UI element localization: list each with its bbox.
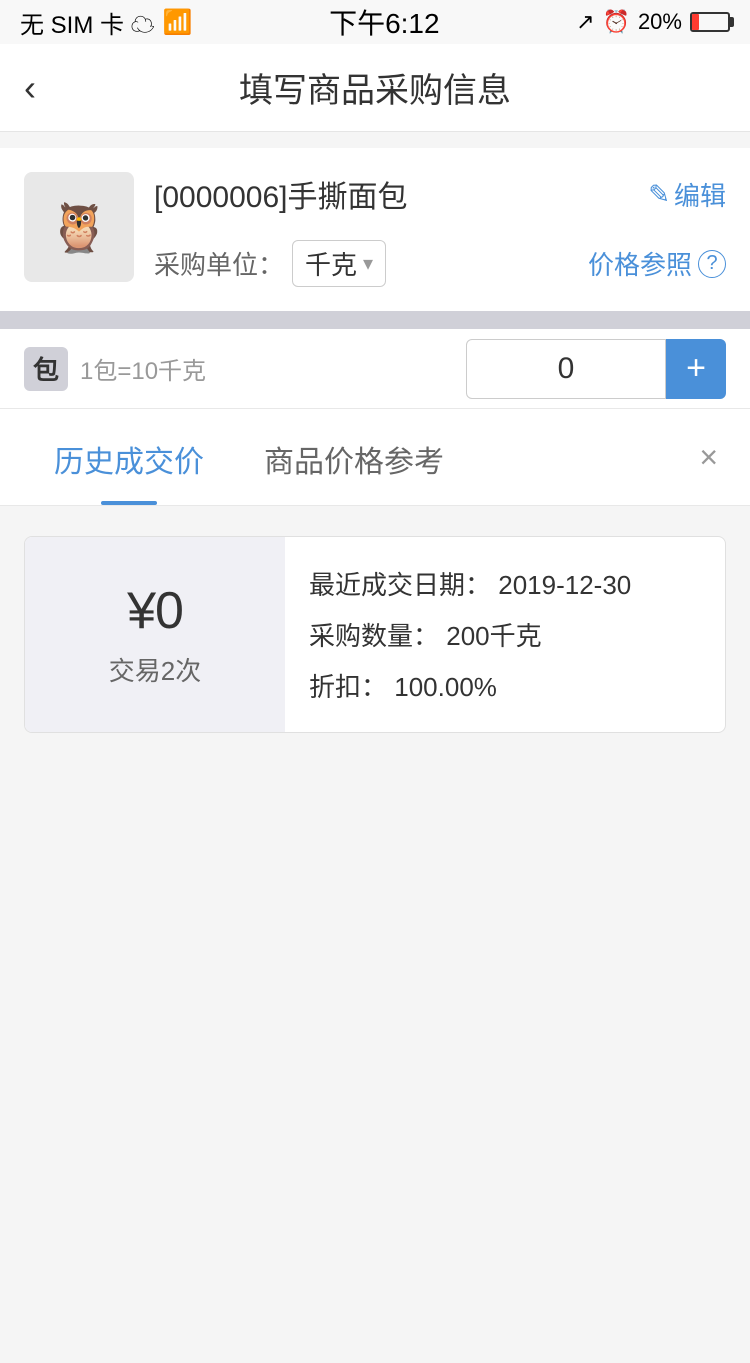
battery-text: 20% xyxy=(638,9,682,35)
edit-label: 编辑 xyxy=(674,176,726,213)
discount-line: 折扣： 100.00% xyxy=(309,667,701,704)
quantity-label-group: 包 1包=10千克 xyxy=(24,347,206,391)
sim-status: 无 SIM 卡 ☁ xyxy=(20,5,155,40)
section-divider xyxy=(0,311,750,329)
status-time: 下午6:12 xyxy=(329,2,440,42)
wifi-icon: 📶 xyxy=(163,8,193,37)
battery-icon xyxy=(690,12,730,32)
unit-select[interactable]: 千克 ▾ xyxy=(292,240,386,287)
tab-panel: 历史成交价 商品价格参考 × ¥0 交易2次 最近成交日期： 2019-12-3… xyxy=(0,409,750,763)
unit-value: 千克 xyxy=(305,245,357,282)
purchase-qty-value: 200千克 xyxy=(446,621,541,651)
edit-icon: ✎ xyxy=(648,179,670,210)
price-trade-count: 交易2次 xyxy=(109,651,201,688)
help-icon: ? xyxy=(698,250,726,278)
status-left: 无 SIM 卡 ☁ 📶 xyxy=(20,5,193,40)
product-logo-icon: 🦉 xyxy=(49,199,109,256)
status-bar: 无 SIM 卡 ☁ 📶 下午6:12 ↗ ⏰ 20% xyxy=(0,0,750,44)
tab-header: 历史成交价 商品价格参考 × xyxy=(0,409,750,506)
main-background xyxy=(0,763,750,1363)
product-thumbnail: 🦉 xyxy=(24,172,134,282)
product-details: [0000006]手撕面包 ✎ 编辑 采购单位： 千克 ▾ 价格参照 ? xyxy=(154,172,726,287)
unit-label: 采购单位： xyxy=(154,245,284,282)
edit-button[interactable]: ✎ 编辑 xyxy=(648,176,726,213)
tab-close-button[interactable]: × xyxy=(691,431,726,484)
tabs: 历史成交价 商品价格参考 xyxy=(24,409,474,505)
back-button[interactable]: ‹ xyxy=(24,67,36,109)
quantity-unit-box: 包 xyxy=(24,347,68,391)
price-right-panel: 最近成交日期： 2019-12-30 采购数量： 200千克 折扣： 100.0… xyxy=(285,537,725,732)
price-ref-label: 价格参照 xyxy=(588,245,692,282)
tab-history-price[interactable]: 历史成交价 xyxy=(24,409,234,505)
status-right: ↗ ⏰ 20% xyxy=(576,9,730,35)
purchase-qty-line: 采购数量： 200千克 xyxy=(309,616,701,653)
discount-label: 折扣： xyxy=(309,672,387,702)
product-name: [0000006]手撕面包 xyxy=(154,172,407,216)
recent-date-line: 最近成交日期： 2019-12-30 xyxy=(309,565,701,602)
discount-value: 100.00% xyxy=(394,672,497,702)
tab-product-price-ref[interactable]: 商品价格参考 xyxy=(234,409,474,505)
quantity-conversion: 1包=10千克 xyxy=(80,351,206,386)
recent-date-value: 2019-12-30 xyxy=(498,570,631,600)
price-left-panel: ¥0 交易2次 xyxy=(25,537,285,732)
price-amount: ¥0 xyxy=(127,581,183,641)
product-card: 🦉 [0000006]手撕面包 ✎ 编辑 采购单位： 千克 ▾ xyxy=(0,148,750,311)
product-name-row: [0000006]手撕面包 ✎ 编辑 xyxy=(154,172,726,216)
purchase-qty-label: 采购数量： xyxy=(309,621,439,651)
quantity-input[interactable] xyxy=(466,339,666,399)
quantity-plus-button[interactable]: + xyxy=(666,339,726,399)
unit-row: 采购单位： 千克 ▾ 价格参照 ? xyxy=(154,240,726,287)
alarm-icon: ⏰ xyxy=(603,9,630,35)
quantity-row: 包 1包=10千克 + xyxy=(0,329,750,409)
nav-bar: ‹ 填写商品采购信息 xyxy=(0,44,750,132)
product-row: 🦉 [0000006]手撕面包 ✎ 编辑 采购单位： 千克 ▾ xyxy=(24,172,726,287)
unit-dropdown-arrow: ▾ xyxy=(363,251,373,276)
price-ref-button[interactable]: 价格参照 ? xyxy=(588,245,726,282)
tab-content-history: ¥0 交易2次 最近成交日期： 2019-12-30 采购数量： 200千克 折… xyxy=(0,506,750,763)
page-title: 填写商品采购信息 xyxy=(239,63,511,112)
price-card: ¥0 交易2次 最近成交日期： 2019-12-30 采购数量： 200千克 折… xyxy=(24,536,726,733)
location-icon: ↗ xyxy=(576,9,594,35)
quantity-input-area: + xyxy=(466,339,726,399)
recent-date-label: 最近成交日期： xyxy=(309,570,491,600)
